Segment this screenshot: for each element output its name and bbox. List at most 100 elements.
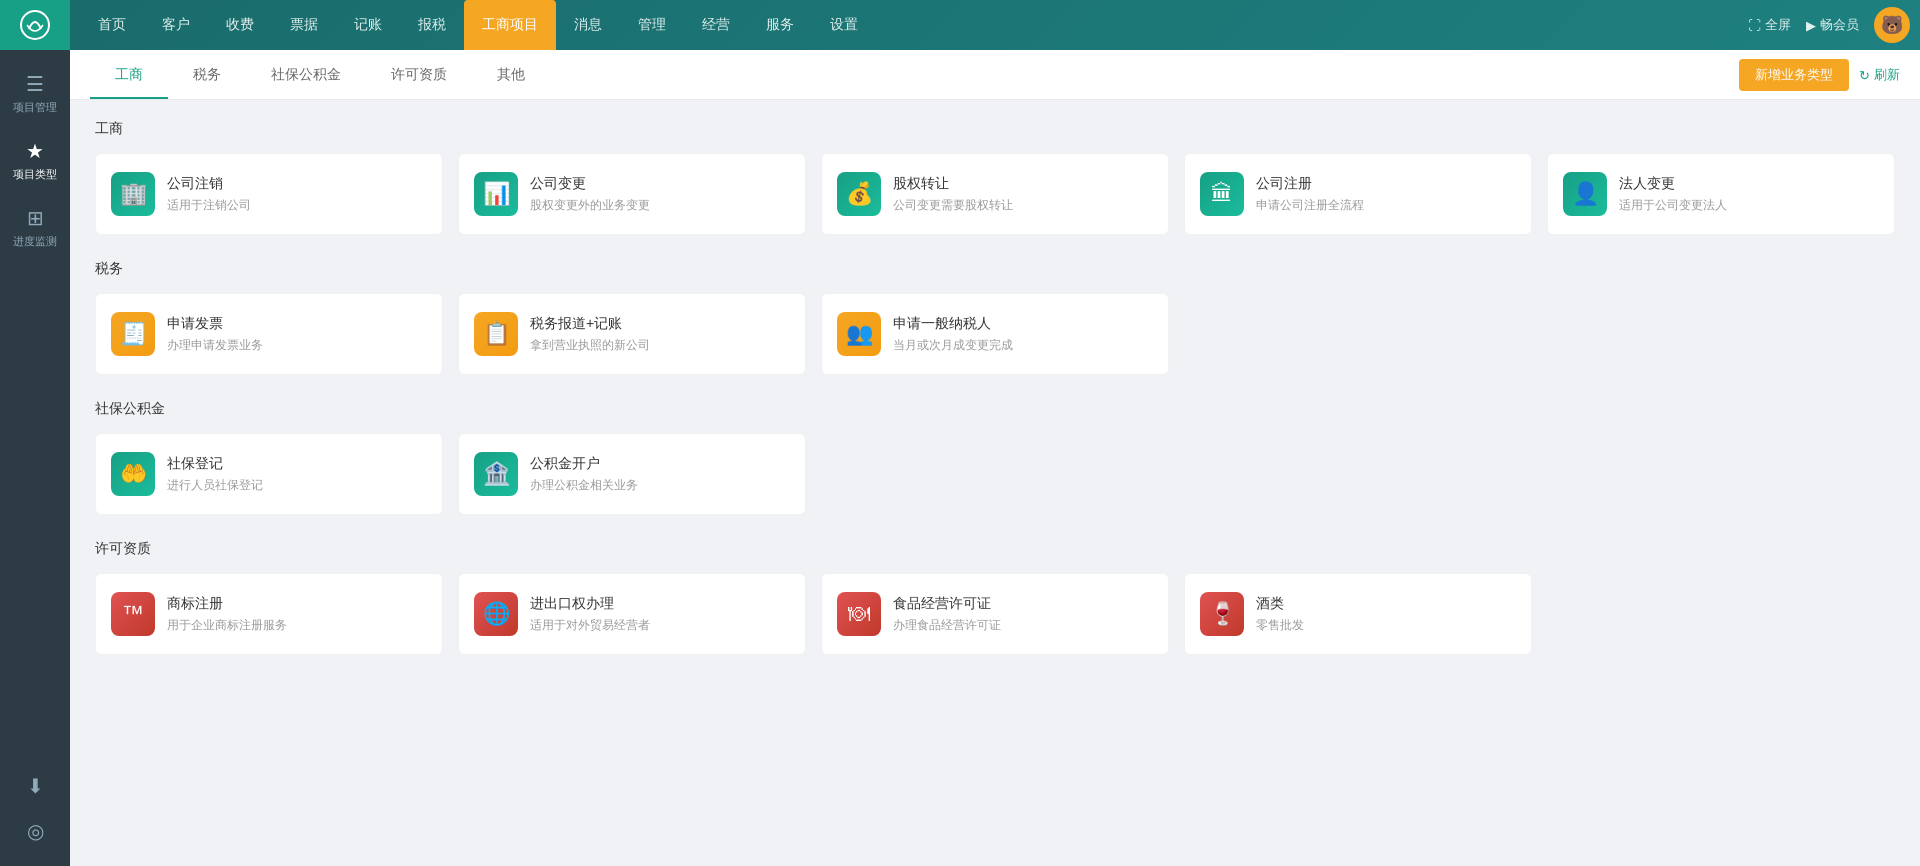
card-公积金开户[interactable]: 🏦公积金开户办理公积金相关业务 [458, 433, 806, 515]
new-type-button[interactable]: 新增业务类型 [1739, 59, 1849, 91]
tab-税务[interactable]: 税务 [168, 53, 246, 99]
tabs-container: 工商税务社保公积金许可资质其他 [90, 50, 550, 99]
card-公司注销[interactable]: 🏢 公司注销适用于注销公司 [95, 153, 443, 235]
card-title-text: 酒类 [1256, 595, 1516, 613]
card-申请发票[interactable]: 🧾 申请发票办理申请发票业务 [95, 293, 443, 375]
nav-item-经营[interactable]: 经营 [684, 0, 748, 50]
main-layout: ☰项目管理★项目类型⊞进度监测⬇◎ 工商税务社保公积金许可资质其他 新增业务类型… [0, 50, 1920, 866]
card-title-text: 食品经营许可证 [893, 595, 1153, 613]
avatar[interactable]: 🐻 [1874, 7, 1910, 43]
card-icon-申请发票: 🧾 [111, 312, 155, 356]
sidebar: ☰项目管理★项目类型⊞进度监测 ⬇ ◎ [0, 50, 70, 866]
card-desc-text: 办理申请发票业务 [167, 337, 427, 354]
card-酒类[interactable]: 🍷酒类零售批发 [1184, 573, 1532, 655]
card-info-公司变更: 公司变更股权变更外的业务变更 [530, 175, 790, 214]
nav-item-记账[interactable]: 记账 [336, 0, 400, 50]
card-desc-text: 拿到营业执照的新公司 [530, 337, 790, 354]
card-icon-食品经营许可证: 🍽 [837, 592, 881, 636]
card-desc-text: 进行人员社保登记 [167, 477, 427, 494]
card-title-text: 公司注册 [1256, 175, 1516, 193]
card-公司变更[interactable]: 📊公司变更股权变更外的业务变更 [458, 153, 806, 235]
card-desc-text: 零售批发 [1256, 617, 1516, 634]
card-税务报道+记账[interactable]: 📋税务报道+记账拿到营业执照的新公司 [458, 293, 806, 375]
card-title-text: 公司注销 [167, 175, 427, 193]
cards-grid-工商: 🏢 公司注销适用于注销公司 📊公司变更股权变更外的业务变更💰股权转让公司变更需要股权… [95, 153, 1895, 235]
card-食品经营许可证[interactable]: 🍽 食品经营许可证办理食品经营许可证 [821, 573, 1169, 655]
card-desc-text: 申请公司注册全流程 [1256, 197, 1516, 214]
refresh-button[interactable]: ↻ 刷新 [1859, 66, 1900, 84]
sidebar-item-项目管理[interactable]: ☰项目管理 [0, 60, 70, 127]
card-desc-text: 适用于公司变更法人 [1619, 197, 1879, 214]
sidebar-bottom-download[interactable]: ⬇ [0, 766, 70, 806]
tab-许可资质[interactable]: 许可资质 [366, 53, 472, 99]
card-desc-text: 当月或次月成变更完成 [893, 337, 1153, 354]
nav-item-服务[interactable]: 服务 [748, 0, 812, 50]
card-社保登记[interactable]: 🤲社保登记进行人员社保登记 [95, 433, 443, 515]
logo[interactable] [0, 0, 70, 50]
card-title-text: 社保登记 [167, 455, 427, 473]
nav-item-首页[interactable]: 首页 [80, 0, 144, 50]
card-商标注册[interactable]: ™ 商标注册用于企业商标注册服务 [95, 573, 443, 655]
section-许可资质: 许可资质™商标注册用于企业商标注册服务🌐进出口权办理适用于对外贸易经营者🍽食品经… [95, 540, 1895, 655]
card-info-社保登记: 社保登记进行人员社保登记 [167, 455, 427, 494]
card-申请一般纳税人[interactable]: 👥 申请一般纳税人当月或次月成变更完成 [821, 293, 1169, 375]
card-info-申请一般纳税人: 申请一般纳税人当月或次月成变更完成 [893, 315, 1153, 354]
card-title-text: 公积金开户 [530, 455, 790, 473]
card-desc-text: 办理食品经营许可证 [893, 617, 1153, 634]
nav-item-客户[interactable]: 客户 [144, 0, 208, 50]
scrollable-content: 工商🏢公司注销适用于注销公司📊公司变更股权变更外的业务变更💰股权转让公司变更需要… [70, 100, 1920, 866]
card-info-公司注销: 公司注销适用于注销公司 [167, 175, 427, 214]
section-title-社保公积金: 社保公积金 [95, 400, 1895, 418]
card-title-text: 进出口权办理 [530, 595, 790, 613]
sidebar-bottom-settings[interactable]: ◎ [0, 811, 70, 851]
nav-item-收费[interactable]: 收费 [208, 0, 272, 50]
card-info-申请发票: 申请发票办理申请发票业务 [167, 315, 427, 354]
sidebar-label-进度监测: 进度监测 [13, 234, 57, 249]
card-股权转让[interactable]: 💰股权转让公司变更需要股权转让 [821, 153, 1169, 235]
tab-工商[interactable]: 工商 [90, 53, 168, 99]
cards-grid-许可资质: ™ 商标注册用于企业商标注册服务 🌐进出口权办理适用于对外贸易经营者 🍽 食品经营许可证… [95, 573, 1895, 655]
tabs-bar-right: 新增业务类型 ↻ 刷新 [1739, 59, 1900, 99]
tab-社保公积金[interactable]: 社保公积金 [246, 53, 366, 99]
cards-grid-社保公积金: 🤲社保登记进行人员社保登记🏦公积金开户办理公积金相关业务 [95, 433, 1895, 515]
card-icon-公司注册: 🏛 [1200, 172, 1244, 216]
nav-right: ⛶ 全屏 ▶ 畅会员 🐻 [1748, 7, 1920, 43]
card-icon-申请一般纳税人: 👥 [837, 312, 881, 356]
tabs-bar: 工商税务社保公积金许可资质其他 新增业务类型 ↻ 刷新 [70, 50, 1920, 100]
nav-item-消息[interactable]: 消息 [556, 0, 620, 50]
card-title-text: 申请发票 [167, 315, 427, 333]
section-社保公积金: 社保公积金🤲社保登记进行人员社保登记🏦公积金开户办理公积金相关业务 [95, 400, 1895, 515]
card-info-酒类: 酒类零售批发 [1256, 595, 1516, 634]
section-税务: 税务🧾申请发票办理申请发票业务📋税务报道+记账拿到营业执照的新公司👥申请一般纳税… [95, 260, 1895, 375]
card-title-text: 法人变更 [1619, 175, 1879, 193]
nav-item-报税[interactable]: 报税 [400, 0, 464, 50]
nav-item-工商项目[interactable]: 工商项目 [464, 0, 556, 50]
logo-icon [19, 9, 51, 41]
fullscreen-btn[interactable]: ⛶ 全屏 [1748, 16, 1791, 34]
top-nav: 首页客户收费票据记账报税工商项目消息管理经营服务设置 ⛶ 全屏 ▶ 畅会员 🐻 [0, 0, 1920, 50]
card-icon-法人变更: 👤 [1563, 172, 1607, 216]
sidebar-item-进度监测[interactable]: ⊞进度监测 [0, 194, 70, 261]
card-desc-text: 股权变更外的业务变更 [530, 197, 790, 214]
card-icon-公司注销: 🏢 [111, 172, 155, 216]
card-info-法人变更: 法人变更适用于公司变更法人 [1619, 175, 1879, 214]
card-法人变更[interactable]: 👤 法人变更适用于公司变更法人 [1547, 153, 1895, 235]
card-title-text: 税务报道+记账 [530, 315, 790, 333]
card-desc-text: 适用于对外贸易经营者 [530, 617, 790, 634]
nav-menu: 首页客户收费票据记账报税工商项目消息管理经营服务设置 [70, 0, 1748, 50]
card-公司注册[interactable]: 🏛 公司注册申请公司注册全流程 [1184, 153, 1532, 235]
sidebar-item-项目类型[interactable]: ★项目类型 [0, 127, 70, 194]
card-info-商标注册: 商标注册用于企业商标注册服务 [167, 595, 427, 634]
card-title-text: 商标注册 [167, 595, 427, 613]
vip-icon: ▶ [1806, 18, 1816, 33]
tab-其他[interactable]: 其他 [472, 53, 550, 99]
card-desc-text: 用于企业商标注册服务 [167, 617, 427, 634]
nav-item-票据[interactable]: 票据 [272, 0, 336, 50]
vip-btn[interactable]: ▶ 畅会员 [1806, 16, 1859, 34]
card-icon-股权转让: 💰 [837, 172, 881, 216]
nav-item-管理[interactable]: 管理 [620, 0, 684, 50]
refresh-icon: ↻ [1859, 68, 1870, 83]
card-进出口权办理[interactable]: 🌐进出口权办理适用于对外贸易经营者 [458, 573, 806, 655]
card-icon-商标注册: ™ [111, 592, 155, 636]
nav-item-设置[interactable]: 设置 [812, 0, 876, 50]
